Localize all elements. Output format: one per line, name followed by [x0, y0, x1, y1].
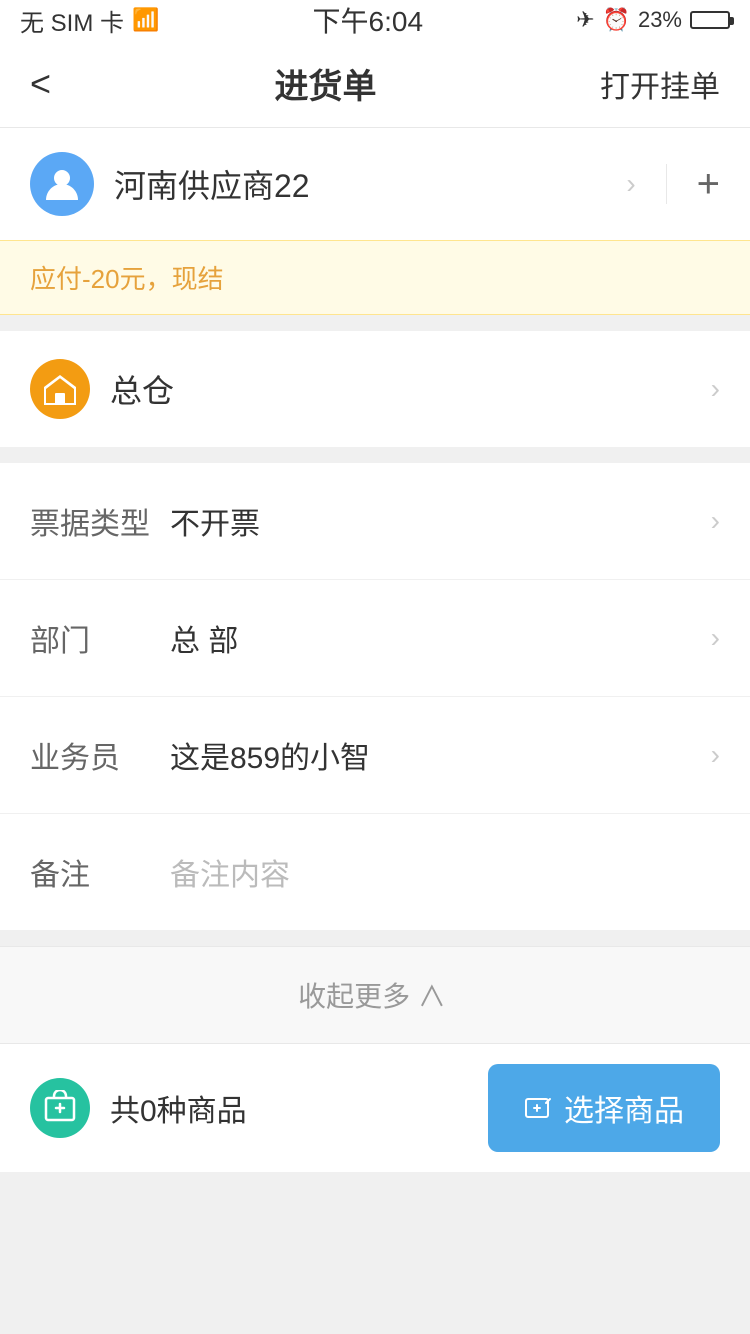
status-right: ✈ ⏰ 23%: [576, 7, 730, 33]
remark-label: 备注: [30, 850, 150, 894]
remark-row: 备注 备注内容: [0, 814, 750, 930]
department-label: 部门: [30, 616, 150, 660]
form-section: 票据类型 不开票 › 部门 总 部 › 业务员 这是859的小智 › 备注 备注…: [0, 463, 750, 930]
wifi-icon: 📶: [132, 7, 159, 33]
bottom-bar: 共0种商品 选择商品: [0, 1043, 750, 1172]
warehouse-icon: [30, 359, 90, 419]
department-chevron-icon: ›: [711, 622, 720, 654]
invoice-label: 票据类型: [30, 499, 150, 543]
battery-icon: [690, 11, 730, 29]
status-time: 下午6:04: [313, 0, 424, 40]
warehouse-chevron-icon: ›: [711, 373, 720, 405]
invoice-row[interactable]: 票据类型 不开票 ›: [0, 463, 750, 580]
location-icon: ✈: [576, 7, 594, 33]
select-products-button[interactable]: 选择商品: [488, 1064, 720, 1152]
divider: [666, 164, 667, 204]
supplier-section: 河南供应商22 › + 应付-20元，现结: [0, 128, 750, 315]
collapse-row[interactable]: 收起更多 ∧: [0, 946, 750, 1043]
nav-bar: < 进货单 打开挂单: [0, 40, 750, 128]
department-row[interactable]: 部门 总 部 ›: [0, 580, 750, 697]
page-title: 进货单: [275, 59, 377, 108]
back-button[interactable]: <: [30, 63, 51, 105]
invoice-value: 不开票: [170, 499, 711, 543]
content-area: 河南供应商22 › + 应付-20元，现结 总仓 › 票据类型: [0, 128, 750, 1172]
select-products-label: 选择商品: [564, 1086, 684, 1130]
remark-input[interactable]: 备注内容: [170, 850, 720, 894]
products-icon: [30, 1078, 90, 1138]
notice-bar: 应付-20元，现结: [0, 240, 750, 315]
products-count: 共0种商品: [110, 1086, 488, 1130]
salesman-row[interactable]: 业务员 这是859的小智 ›: [0, 697, 750, 814]
warehouse-section: 总仓 ›: [0, 331, 750, 447]
supplier-avatar: [30, 152, 94, 216]
battery-level: 23%: [638, 7, 682, 33]
warehouse-name: 总仓: [110, 366, 711, 412]
supplier-chevron-icon: ›: [626, 168, 635, 200]
open-pending-button[interactable]: 打开挂单: [600, 62, 720, 106]
invoice-chevron-icon: ›: [711, 505, 720, 537]
salesman-chevron-icon: ›: [711, 739, 720, 771]
warehouse-row[interactable]: 总仓 ›: [0, 331, 750, 447]
status-carrier: 无 SIM 卡 📶: [20, 3, 159, 38]
alarm-icon: ⏰: [603, 7, 630, 33]
status-bar: 无 SIM 卡 📶 下午6:04 ✈ ⏰ 23%: [0, 0, 750, 40]
salesman-value: 这是859的小智: [170, 733, 711, 777]
supplier-name: 河南供应商22: [114, 161, 626, 207]
salesman-label: 业务员: [30, 733, 150, 777]
add-supplier-button[interactable]: +: [697, 162, 720, 207]
collapse-label: 收起更多 ∧: [298, 975, 446, 1015]
department-value: 总 部: [170, 616, 711, 660]
supplier-row[interactable]: 河南供应商22 › +: [0, 128, 750, 240]
